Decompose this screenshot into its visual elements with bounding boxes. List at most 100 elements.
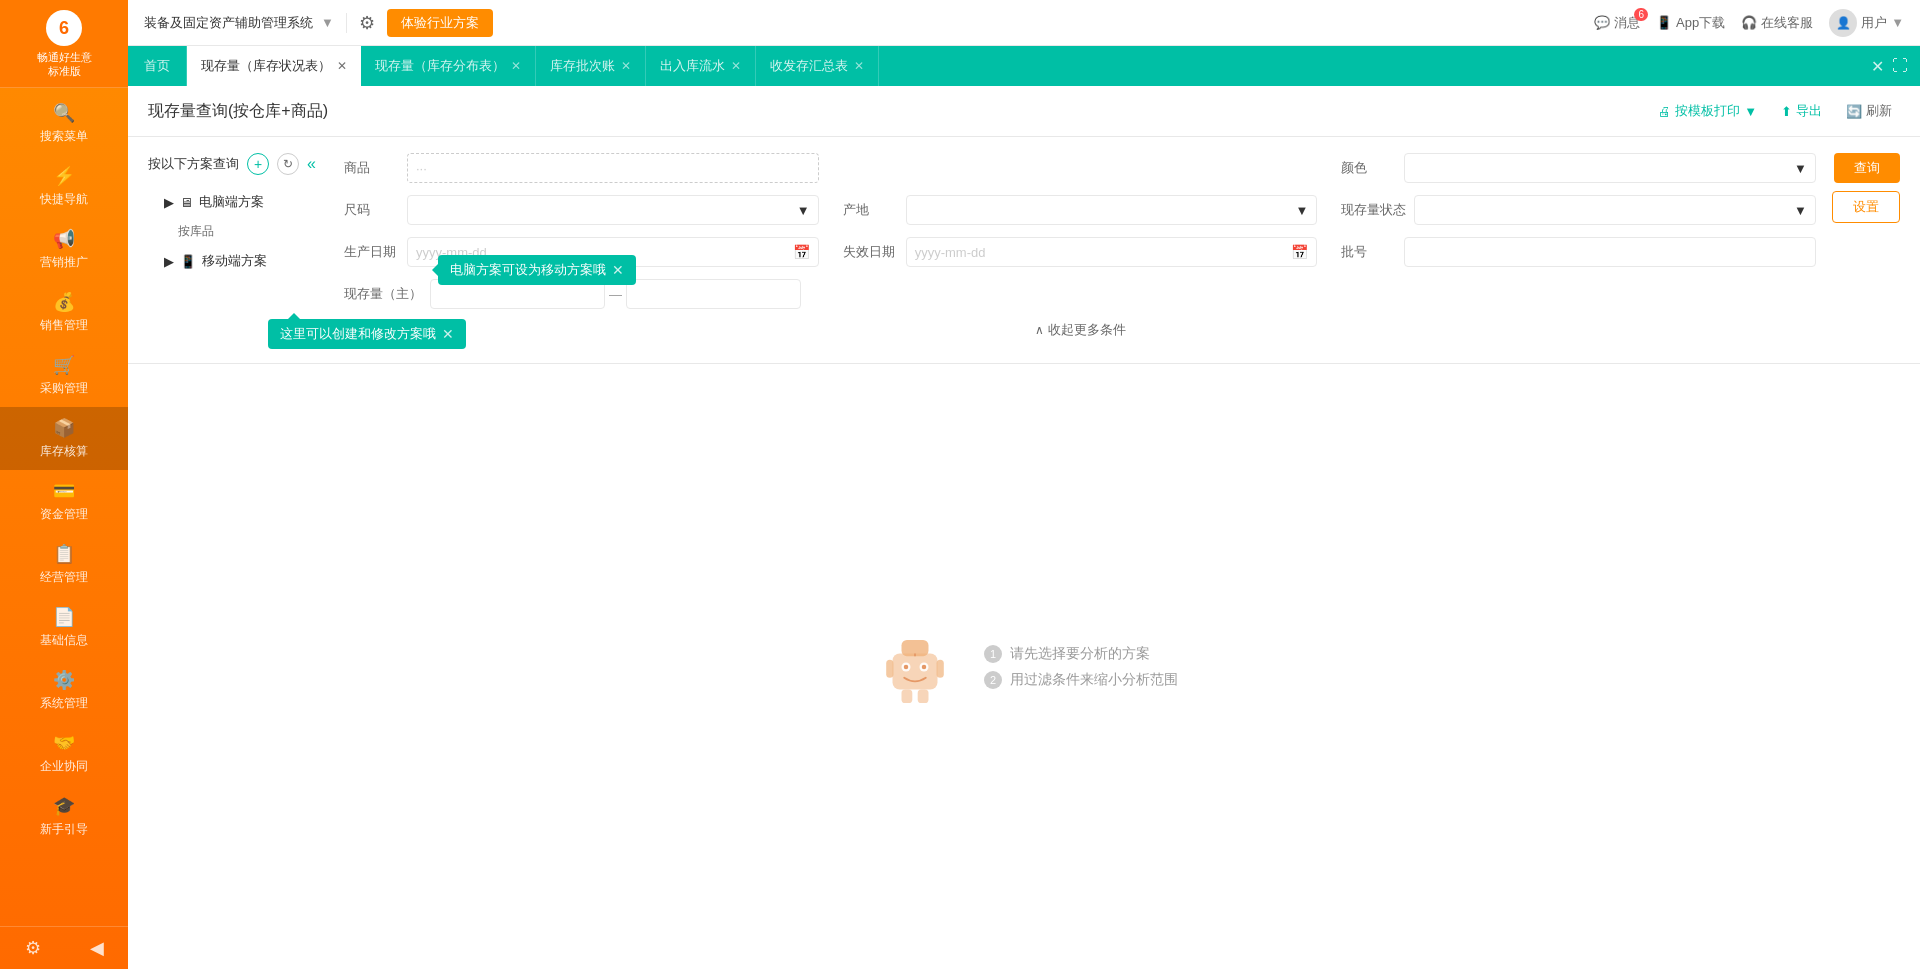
svg-point-6 (922, 664, 927, 669)
sidebar-bottom: ⚙ ◀ (0, 926, 128, 969)
topbar-msg[interactable]: 💬 消息 6 (1594, 14, 1640, 32)
page-content: 现存量查询(按仓库+商品) 🖨 按模板打印 ▼ ⬆ 导出 🔄 刷新 (128, 86, 1920, 969)
inventory-icon: 📦 (53, 417, 75, 439)
search-btn[interactable]: 查询 (1834, 153, 1900, 183)
tab-inventory-status-close[interactable]: ✕ (337, 59, 347, 73)
filter-row-origin: 产地 ▼ (843, 195, 1318, 225)
sidebar-item-marketing[interactable]: 📢 营销推广 (0, 218, 128, 281)
tab-collect-summary-close[interactable]: ✕ (854, 59, 864, 73)
app-icon: 📱 (1656, 15, 1672, 30)
support-label: 在线客服 (1761, 14, 1813, 32)
tab-inventory-batch-close[interactable]: ✕ (621, 59, 631, 73)
solution-btn[interactable]: 体验行业方案 (387, 9, 493, 37)
origin-select-arrow: ▼ (1295, 203, 1308, 218)
tab-in-out-flow-close[interactable]: ✕ (731, 59, 741, 73)
export-btn[interactable]: ⬆ 导出 (1773, 98, 1830, 124)
sidebar-item-label: 销售管理 (40, 317, 88, 334)
collapse-icon: ∧ (1035, 323, 1044, 337)
tabbar-expand-btn[interactable]: ⛶ (1892, 57, 1908, 75)
range-dash: — (609, 287, 622, 302)
filter-fields: 商品 ··· 颜色 ▼ (344, 153, 1816, 347)
export-label: 导出 (1796, 102, 1822, 120)
tab-in-out-flow-label: 出入库流水 (660, 57, 725, 75)
msg-icon: 💬 (1594, 15, 1610, 30)
filter-row-color: 颜色 ▼ (1341, 153, 1816, 183)
settings-btn[interactable]: 设置 (1832, 191, 1900, 223)
filter-grid: 商品 ··· 颜色 ▼ (344, 153, 1816, 309)
tab-home[interactable]: 首页 (128, 46, 187, 86)
step-1-num: 1 (984, 645, 1002, 663)
main-area: 装备及固定资产辅助管理系统 ▼ ⚙ 体验行业方案 💬 消息 6 📱 App下载 … (128, 0, 1920, 969)
sidebar-item-label: 库存核算 (40, 443, 88, 460)
tabbar: 首页 现存量（库存状况表） ✕ 现存量（库存分布表） ✕ 库存批次账 ✕ 出入库… (128, 46, 1920, 86)
user-dropdown-icon: ▼ (1891, 15, 1904, 30)
page-header: 现存量查询(按仓库+商品) 🖨 按模板打印 ▼ ⬆ 导出 🔄 刷新 (128, 86, 1920, 137)
print-btn[interactable]: 🖨 按模板打印 ▼ (1650, 98, 1765, 124)
refresh-icon: 🔄 (1846, 104, 1862, 119)
sidebar-item-basic-info[interactable]: 📄 基础信息 (0, 596, 128, 659)
sidebar-item-guide[interactable]: 🎓 新手引导 (0, 785, 128, 848)
svg-rect-0 (893, 653, 938, 689)
topbar-user[interactable]: 👤 用户 ▼ (1829, 9, 1904, 37)
topbar-right: 💬 消息 6 📱 App下载 🎧 在线客服 👤 用户 ▼ (1594, 9, 1904, 37)
batch-input[interactable] (1404, 237, 1816, 267)
filter-refresh-btn[interactable]: ↻ (277, 153, 299, 175)
tab-inventory-batch[interactable]: 库存批次账 ✕ (536, 46, 646, 86)
product-select[interactable]: ··· (407, 153, 819, 183)
sidebar-item-label: 经营管理 (40, 569, 88, 586)
filter-arrow[interactable]: « (307, 155, 316, 173)
scheme-list: ▶ 🖥 电脑端方案 按库品 ▶ 📱 移动端方案 (148, 187, 328, 276)
stock-main-max[interactable] (626, 279, 801, 309)
sidebar-item-label: 企业协同 (40, 758, 88, 775)
tab-collect-summary[interactable]: 收发存汇总表 ✕ (756, 46, 879, 86)
topbar-settings-icon[interactable]: ⚙ (359, 12, 375, 34)
filter-row-stock-status: 现存量状态 ▼ (1341, 195, 1816, 225)
sidebar: 6 畅通好生意 标准版 🔍 搜索菜单 ⚡ 快捷导航 📢 营销推广 💰 销售管理 … (0, 0, 128, 969)
filter-add-btn[interactable]: + (247, 153, 269, 175)
topbar-support[interactable]: 🎧 在线客服 (1741, 14, 1813, 32)
collapse-btn[interactable]: ∧ 收起更多条件 (344, 313, 1816, 347)
scheme-item-mobile[interactable]: ▶ 📱 移动端方案 (148, 246, 328, 276)
color-select[interactable]: ▼ (1404, 153, 1816, 183)
sidebar-item-search-menu[interactable]: 🔍 搜索菜单 (0, 92, 128, 155)
tooltip-bubble-2-close[interactable]: ✕ (442, 326, 454, 342)
svg-rect-9 (902, 689, 913, 703)
sidebar-item-operations[interactable]: 📋 经营管理 (0, 533, 128, 596)
stock-main-label: 现存量（主） (344, 285, 422, 303)
scheme-mobile-icon: 📱 (180, 254, 196, 269)
sidebar-collapse-btn[interactable]: ◀ (90, 937, 104, 959)
scheme-item-desktop[interactable]: ▶ 🖥 电脑端方案 (148, 187, 328, 217)
sidebar-item-system[interactable]: ⚙️ 系统管理 (0, 659, 128, 722)
sidebar-item-sales[interactable]: 💰 销售管理 (0, 281, 128, 344)
svg-rect-8 (937, 659, 944, 677)
size-select[interactable]: ▼ (407, 195, 819, 225)
tooltip-bubble-1-text: 电脑方案可设为移动方案哦 (450, 261, 606, 279)
enterprise-icon: 🤝 (53, 732, 75, 754)
refresh-btn[interactable]: 🔄 刷新 (1838, 98, 1900, 124)
scheme-item-desktop-sub[interactable]: 按库品 (148, 217, 328, 246)
sidebar-item-enterprise[interactable]: 🤝 企业协同 (0, 722, 128, 785)
filter-row-size: 尺码 ▼ (344, 195, 819, 225)
topbar-app[interactable]: 📱 App下载 (1656, 14, 1725, 32)
sidebar-item-inventory[interactable]: 📦 库存核算 (0, 407, 128, 470)
tooltip-bubble-2-text: 这里可以创建和修改方案哦 (280, 325, 436, 343)
origin-select[interactable]: ▼ (906, 195, 1318, 225)
topbar: 装备及固定资产辅助管理系统 ▼ ⚙ 体验行业方案 💬 消息 6 📱 App下载 … (128, 0, 1920, 46)
stock-status-select[interactable]: ▼ (1414, 195, 1816, 225)
sidebar-settings-btn[interactable]: ⚙ (25, 937, 41, 959)
filter-row-product: 商品 ··· (344, 153, 819, 183)
tab-inventory-dist[interactable]: 现存量（库存分布表） ✕ (361, 46, 536, 86)
marketing-icon: 📢 (53, 228, 75, 250)
tooltip-bubble-1-close[interactable]: ✕ (612, 262, 624, 278)
tab-in-out-flow[interactable]: 出入库流水 ✕ (646, 46, 756, 86)
sidebar-item-quick-nav[interactable]: ⚡ 快捷导航 (0, 155, 128, 218)
tab-inventory-status[interactable]: 现存量（库存状况表） ✕ (187, 46, 361, 86)
tab-inventory-dist-close[interactable]: ✕ (511, 59, 521, 73)
tabbar-close-btn[interactable]: ✕ (1871, 57, 1884, 76)
color-label: 颜色 (1341, 159, 1396, 177)
refresh-label: 刷新 (1866, 102, 1892, 120)
sidebar-item-purchase[interactable]: 🛒 采购管理 (0, 344, 128, 407)
expiry-date-input[interactable]: yyyy-mm-dd 📅 (906, 237, 1318, 267)
sidebar-item-finance[interactable]: 💳 资金管理 (0, 470, 128, 533)
search-settings-group: 查询 设置 (1832, 153, 1900, 347)
